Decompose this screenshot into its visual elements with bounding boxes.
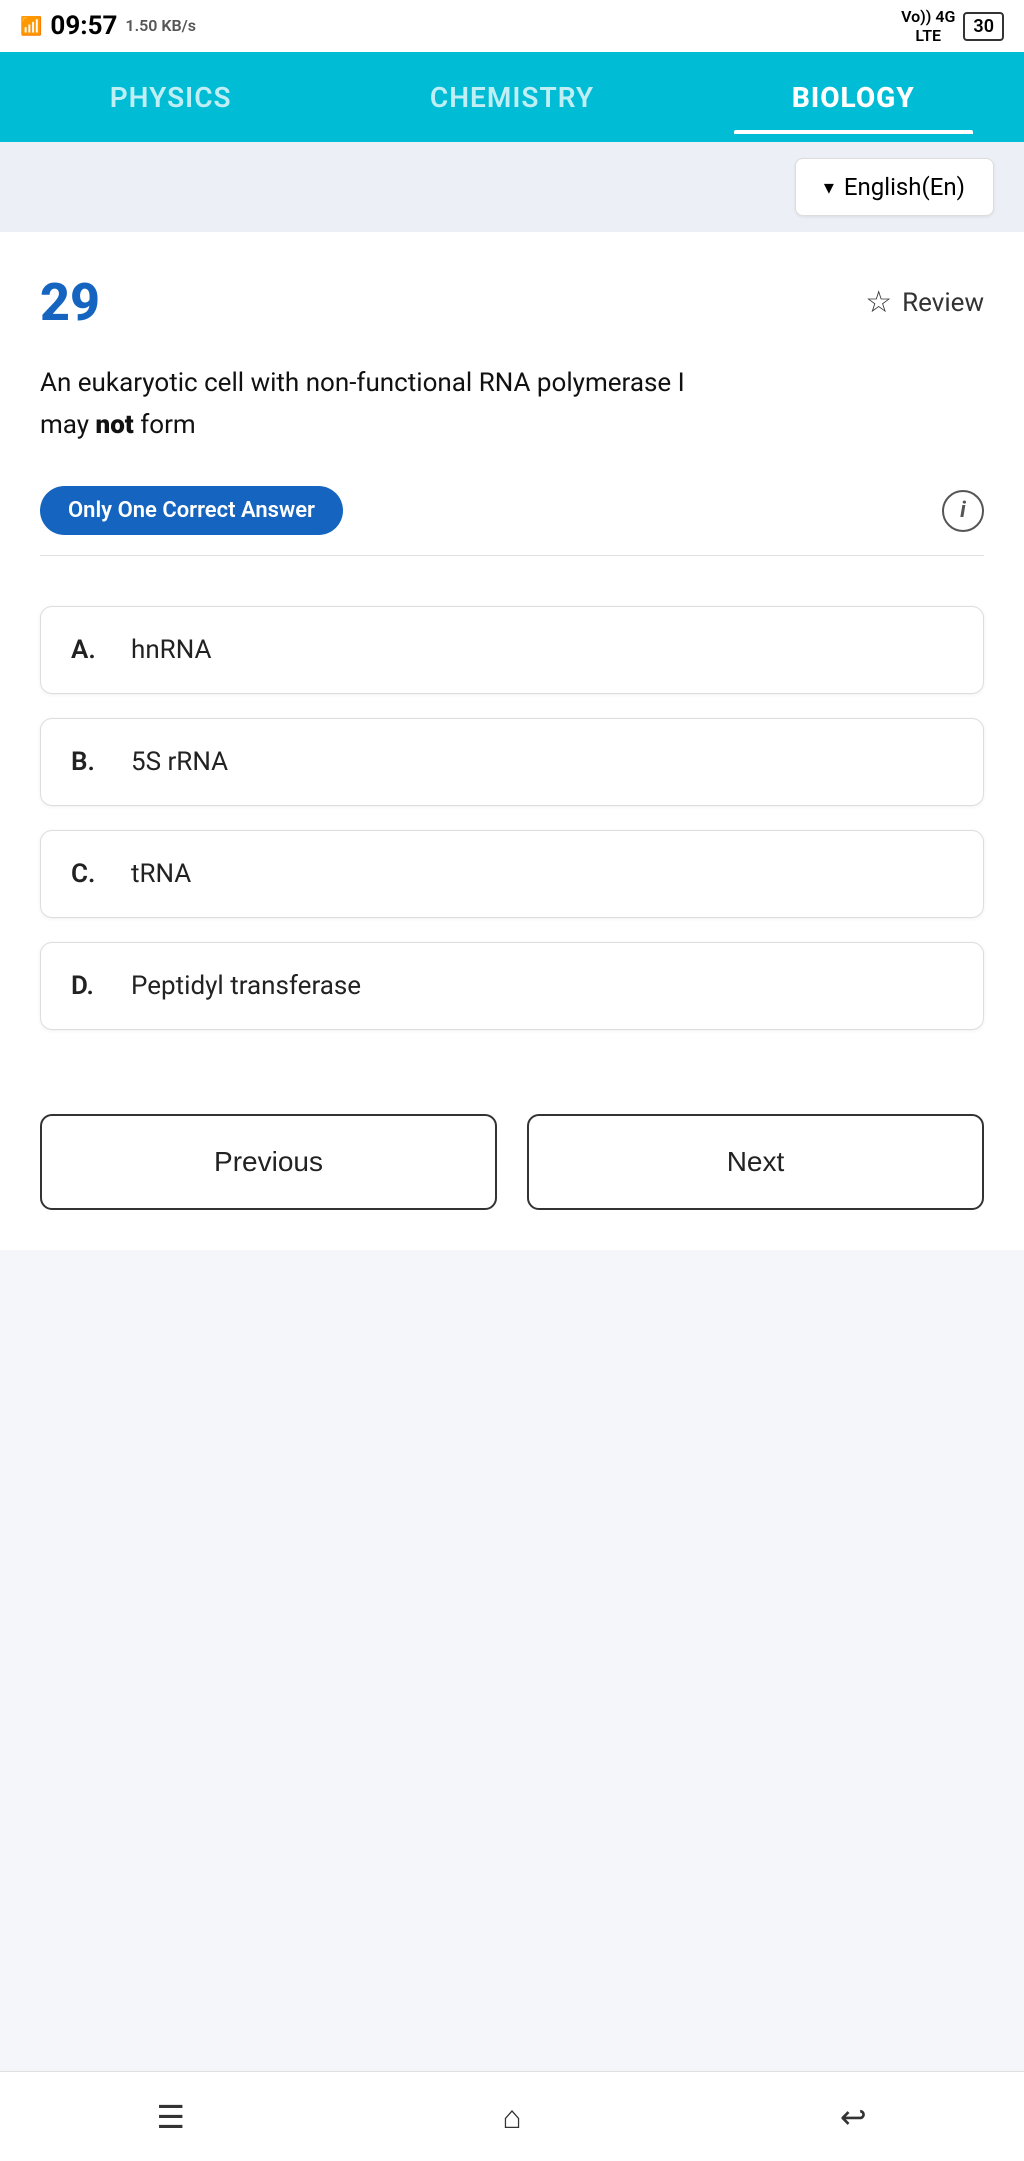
option-d[interactable]: D. Peptidyl transferase: [40, 942, 984, 1030]
signal-icon: 📶: [20, 16, 42, 37]
status-bar: 📶 09:57 1.50 KB/s Vo)) 4GLTE 30: [0, 0, 1024, 52]
status-left: 📶 09:57 1.50 KB/s: [20, 11, 196, 41]
option-c-text: tRNA: [131, 859, 191, 889]
option-d-label: D.: [71, 971, 131, 1001]
option-c-label: C.: [71, 859, 131, 889]
options-list: A. hnRNA B. 5S rRNA C. tRNA D. Peptidyl …: [0, 606, 1024, 1084]
info-icon[interactable]: i: [942, 490, 984, 532]
divider: [40, 555, 984, 556]
nav-tabs: PHYSICS CHEMISTRY BIOLOGY: [0, 52, 1024, 142]
previous-button[interactable]: Previous: [40, 1114, 497, 1210]
question-header: 29 ☆ Review: [40, 272, 984, 333]
question-text: An eukaryotic cell with non-functional R…: [40, 363, 984, 446]
tab-physics[interactable]: PHYSICS: [0, 61, 341, 134]
bottom-navigation-bar: ☰ ⌂ ↩: [0, 2071, 1024, 2161]
option-b-label: B.: [71, 747, 131, 777]
battery-indicator: 30: [963, 12, 1004, 41]
home-icon[interactable]: ⌂: [472, 2087, 552, 2147]
language-bar: ▾ English(En): [0, 142, 1024, 232]
option-a-text: hnRNA: [131, 635, 211, 665]
chevron-down-icon: ▾: [824, 175, 834, 199]
answer-type-row: Only One Correct Answer i: [40, 486, 984, 535]
network-icon: Vo)) 4GLTE: [901, 7, 955, 45]
star-icon: ☆: [865, 285, 892, 320]
navigation-buttons: Previous Next: [0, 1084, 1024, 1250]
question-number: 29: [40, 272, 100, 333]
option-d-text: Peptidyl transferase: [131, 971, 361, 1001]
option-c[interactable]: C. tRNA: [40, 830, 984, 918]
review-button[interactable]: ☆ Review: [865, 285, 984, 320]
answer-type-badge: Only One Correct Answer: [40, 486, 343, 535]
next-button[interactable]: Next: [527, 1114, 984, 1210]
option-a[interactable]: A. hnRNA: [40, 606, 984, 694]
back-icon[interactable]: ↩: [813, 2087, 893, 2147]
question-area: 29 ☆ Review An eukaryotic cell with non-…: [0, 232, 1024, 606]
language-selector[interactable]: ▾ English(En): [795, 158, 994, 216]
option-a-label: A.: [71, 635, 131, 665]
status-time: 09:57: [50, 11, 117, 41]
language-label: English(En): [844, 173, 965, 201]
option-b[interactable]: B. 5S rRNA: [40, 718, 984, 806]
tab-chemistry[interactable]: CHEMISTRY: [341, 61, 682, 134]
tab-biology[interactable]: BIOLOGY: [683, 61, 1024, 134]
review-label: Review: [902, 288, 984, 318]
option-b-text: 5S rRNA: [131, 747, 228, 777]
status-right: Vo)) 4GLTE 30: [901, 7, 1004, 45]
menu-icon[interactable]: ☰: [131, 2087, 211, 2147]
status-speed: 1.50 KB/s: [125, 16, 196, 35]
